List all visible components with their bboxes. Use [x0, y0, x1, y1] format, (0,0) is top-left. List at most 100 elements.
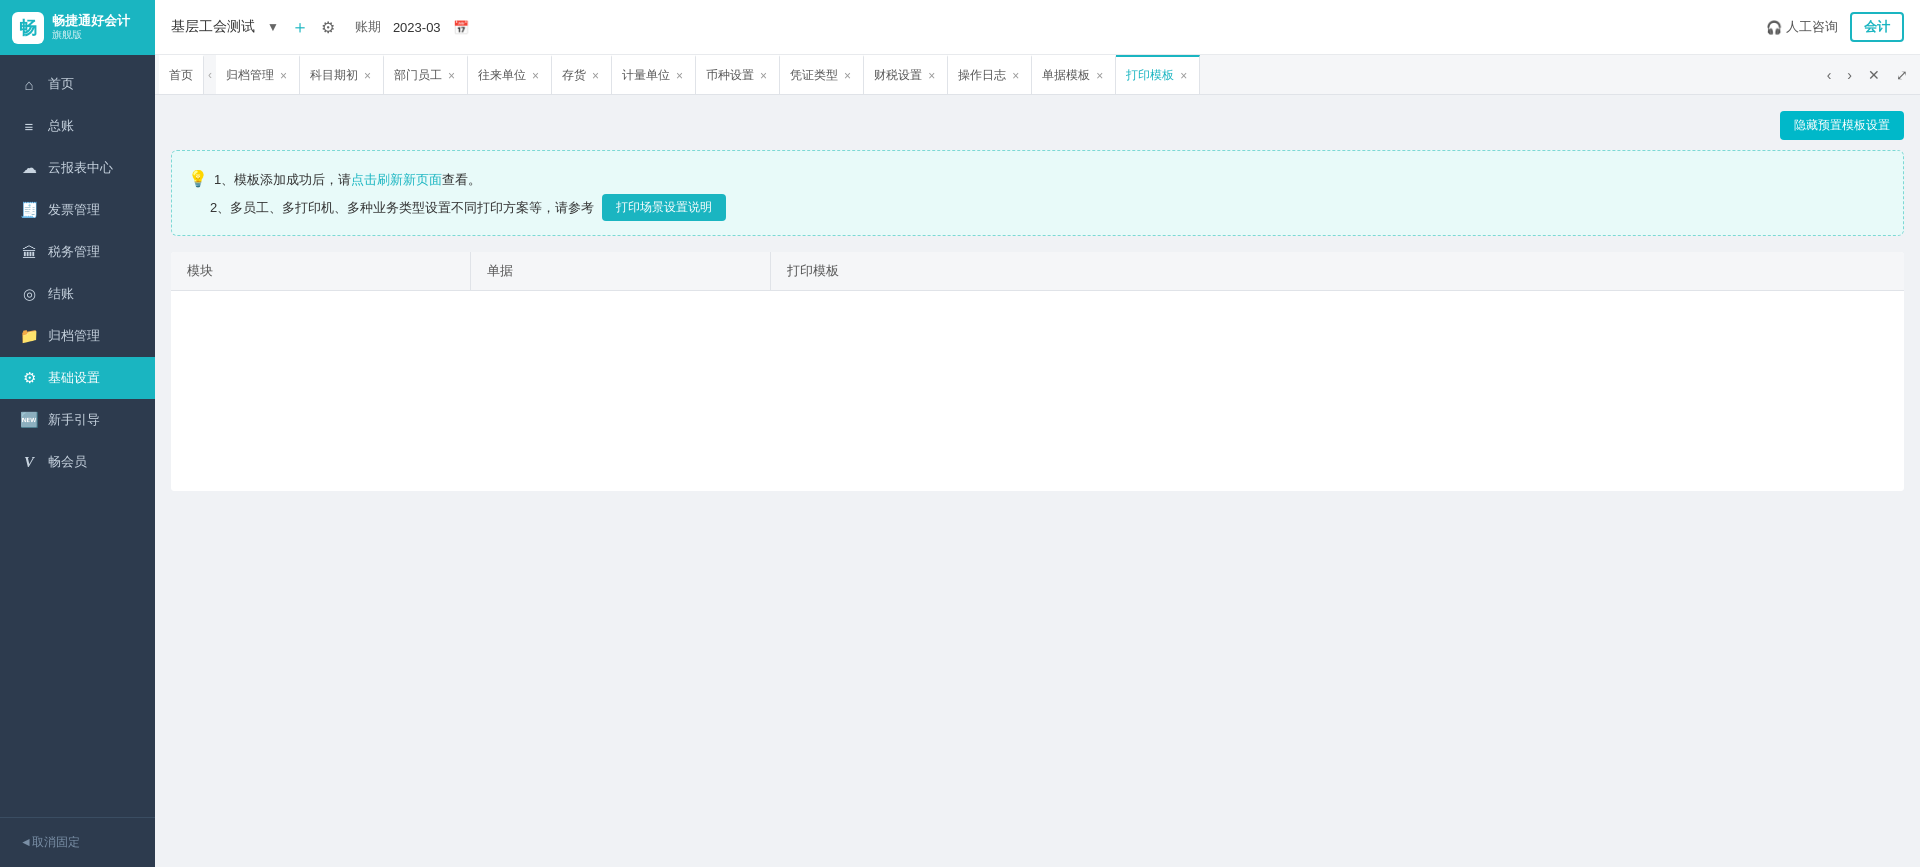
logo-name: 畅捷通好会计 [52, 13, 130, 29]
sidebar-item-reports[interactable]: ☁ 云报表中心 [0, 147, 155, 189]
tab-archive-close[interactable]: × [278, 69, 289, 83]
tab-label: 科目期初 [310, 67, 358, 84]
tab-department[interactable]: 部门员工 × [384, 55, 468, 94]
period-label: 账期 [355, 18, 381, 36]
tab-currency[interactable]: 币种设置 × [696, 55, 780, 94]
tab-tax-settings-close[interactable]: × [926, 69, 937, 83]
tab-label: 归档管理 [226, 67, 274, 84]
sidebar-unpin-button[interactable]: ◄取消固定 [0, 817, 155, 867]
col-template: 打印模板 [771, 252, 1904, 290]
tab-operation-log[interactable]: 操作日志 × [948, 55, 1032, 94]
sidebar-item-label: 发票管理 [48, 201, 100, 219]
tab-archive[interactable]: 归档管理 × [216, 55, 300, 94]
member-icon: V [20, 454, 38, 471]
tab-supplier[interactable]: 往来单位 × [468, 55, 552, 94]
tab-label: 单据模板 [1042, 67, 1090, 84]
sidebar: 畅 畅捷通好会计 旗舰版 ⌂ 首页 ≡ 总账 ☁ 云报表中心 🧾 发票管理 🏛 … [0, 0, 155, 867]
tab-expand[interactable]: ⤢ [1888, 55, 1916, 95]
tab-single-template[interactable]: 单据模板 × [1032, 55, 1116, 94]
tab-scroll-right[interactable]: › [1839, 55, 1860, 95]
sidebar-item-label: 云报表中心 [48, 159, 113, 177]
hide-preview-button[interactable]: 隐藏预置模板设置 [1780, 111, 1904, 140]
table-container: 模块 单据 打印模板 [171, 252, 1904, 491]
sidebar-item-archive[interactable]: 📁 归档管理 [0, 315, 155, 357]
tab-label: 存货 [562, 67, 586, 84]
tab-print-template[interactable]: 打印模板 × [1116, 55, 1200, 94]
tab-label: 凭证类型 [790, 67, 838, 84]
tab-label: 部门员工 [394, 67, 442, 84]
checkout-icon: ◎ [20, 285, 38, 303]
home-icon: ⌂ [20, 76, 38, 93]
tab-subject-close[interactable]: × [362, 69, 373, 83]
notice-line-2: 2、多员工、多打印机、多种业务类型设置不同打印方案等，请参考 打印场景设置说明 [188, 194, 1887, 221]
tab-subject[interactable]: 科目期初 × [300, 55, 384, 94]
sidebar-item-settings[interactable]: ⚙ 基础设置 [0, 357, 155, 399]
customer-service-button[interactable]: 🎧 人工咨询 [1766, 18, 1838, 36]
tab-nav-back[interactable]: ‹ [204, 68, 216, 82]
sidebar-item-label: 新手引导 [48, 411, 100, 429]
add-tab-button[interactable]: ＋ [291, 15, 309, 39]
sidebar-item-label: 归档管理 [48, 327, 100, 345]
tab-label: 计量单位 [622, 67, 670, 84]
notice-text-suffix: 查看。 [442, 168, 481, 191]
col-module: 模块 [171, 252, 471, 290]
tab-home-label: 首页 [169, 67, 193, 84]
tab-currency-close[interactable]: × [758, 69, 769, 83]
tab-operation-log-close[interactable]: × [1010, 69, 1021, 83]
logo-icon: 畅 [12, 12, 44, 44]
col-document: 单据 [471, 252, 771, 290]
calendar-icon[interactable]: 📅 [453, 20, 469, 35]
tab-voucher-type[interactable]: 凭证类型 × [780, 55, 864, 94]
sidebar-item-guide[interactable]: 🆕 新手引导 [0, 399, 155, 441]
sidebar-item-checkout[interactable]: ◎ 结账 [0, 273, 155, 315]
headset-icon: 🎧 [1766, 20, 1782, 35]
tab-print-template-close[interactable]: × [1178, 69, 1189, 83]
notice-refresh-link[interactable]: 点击刷新新页面 [351, 168, 442, 191]
sidebar-nav: ⌂ 首页 ≡ 总账 ☁ 云报表中心 🧾 发票管理 🏛 税务管理 ◎ 结账 📁 归… [0, 55, 155, 817]
sidebar-item-home[interactable]: ⌂ 首页 [0, 63, 155, 105]
company-name: 基层工会测试 [171, 18, 255, 36]
sidebar-item-label: 税务管理 [48, 243, 100, 261]
tab-actions: ‹ › ✕ ⤢ [1819, 55, 1916, 95]
reports-icon: ☁ [20, 159, 38, 177]
tab-unit-close[interactable]: × [674, 69, 685, 83]
sidebar-item-invoice[interactable]: 🧾 发票管理 [0, 189, 155, 231]
notice-line-1: 💡 1、模板添加成功后，请 点击刷新新页面 查看。 [188, 165, 1887, 194]
tab-voucher-type-close[interactable]: × [842, 69, 853, 83]
sidebar-item-tax[interactable]: 🏛 税务管理 [0, 231, 155, 273]
tab-single-template-close[interactable]: × [1094, 69, 1105, 83]
tab-label: 财税设置 [874, 67, 922, 84]
sidebar-item-member[interactable]: V 畅会员 [0, 441, 155, 483]
table-header: 模块 单据 打印模板 [171, 252, 1904, 291]
tab-label: 币种设置 [706, 67, 754, 84]
notice-box: 💡 1、模板添加成功后，请 点击刷新新页面 查看。 2、多员工、多打印机、多种业… [171, 150, 1904, 236]
top-header: 基层工会测试 ▼ ＋ ⚙ 账期 2023-03 📅 🎧 人工咨询 会计 [155, 0, 1920, 55]
notice-text-2: 2、多员工、多打印机、多种业务类型设置不同打印方案等，请参考 [210, 196, 594, 219]
tab-label: 操作日志 [958, 67, 1006, 84]
tab-department-close[interactable]: × [446, 69, 457, 83]
tab-inventory-close[interactable]: × [590, 69, 601, 83]
main-area: 基层工会测试 ▼ ＋ ⚙ 账期 2023-03 📅 🎧 人工咨询 会计 首页 ‹… [155, 0, 1920, 867]
tab-scroll-left[interactable]: ‹ [1819, 55, 1840, 95]
sidebar-item-label: 首页 [48, 75, 74, 93]
settings-gear-icon[interactable]: ⚙ [321, 18, 335, 37]
kuaiji-button[interactable]: 会计 [1850, 12, 1904, 42]
tab-close-all[interactable]: ✕ [1860, 55, 1888, 95]
sidebar-item-label: 基础设置 [48, 369, 100, 387]
settings-icon: ⚙ [20, 369, 38, 387]
content-area: 隐藏预置模板设置 💡 1、模板添加成功后，请 点击刷新新页面 查看。 2、多员工… [155, 95, 1920, 867]
sidebar-item-ledger[interactable]: ≡ 总账 [0, 105, 155, 147]
print-scene-button[interactable]: 打印场景设置说明 [602, 194, 726, 221]
company-dropdown-icon[interactable]: ▼ [267, 20, 279, 34]
tax-icon: 🏛 [20, 244, 38, 261]
logo-sub: 旗舰版 [52, 28, 130, 42]
tab-home[interactable]: 首页 [159, 55, 204, 94]
tab-unit[interactable]: 计量单位 × [612, 55, 696, 94]
sidebar-item-label: 总账 [48, 117, 74, 135]
top-actions: 隐藏预置模板设置 [171, 111, 1904, 150]
tab-inventory[interactable]: 存货 × [552, 55, 612, 94]
tab-tax-settings[interactable]: 财税设置 × [864, 55, 948, 94]
tab-label: 往来单位 [478, 67, 526, 84]
tab-supplier-close[interactable]: × [530, 69, 541, 83]
table-body [171, 291, 1904, 491]
